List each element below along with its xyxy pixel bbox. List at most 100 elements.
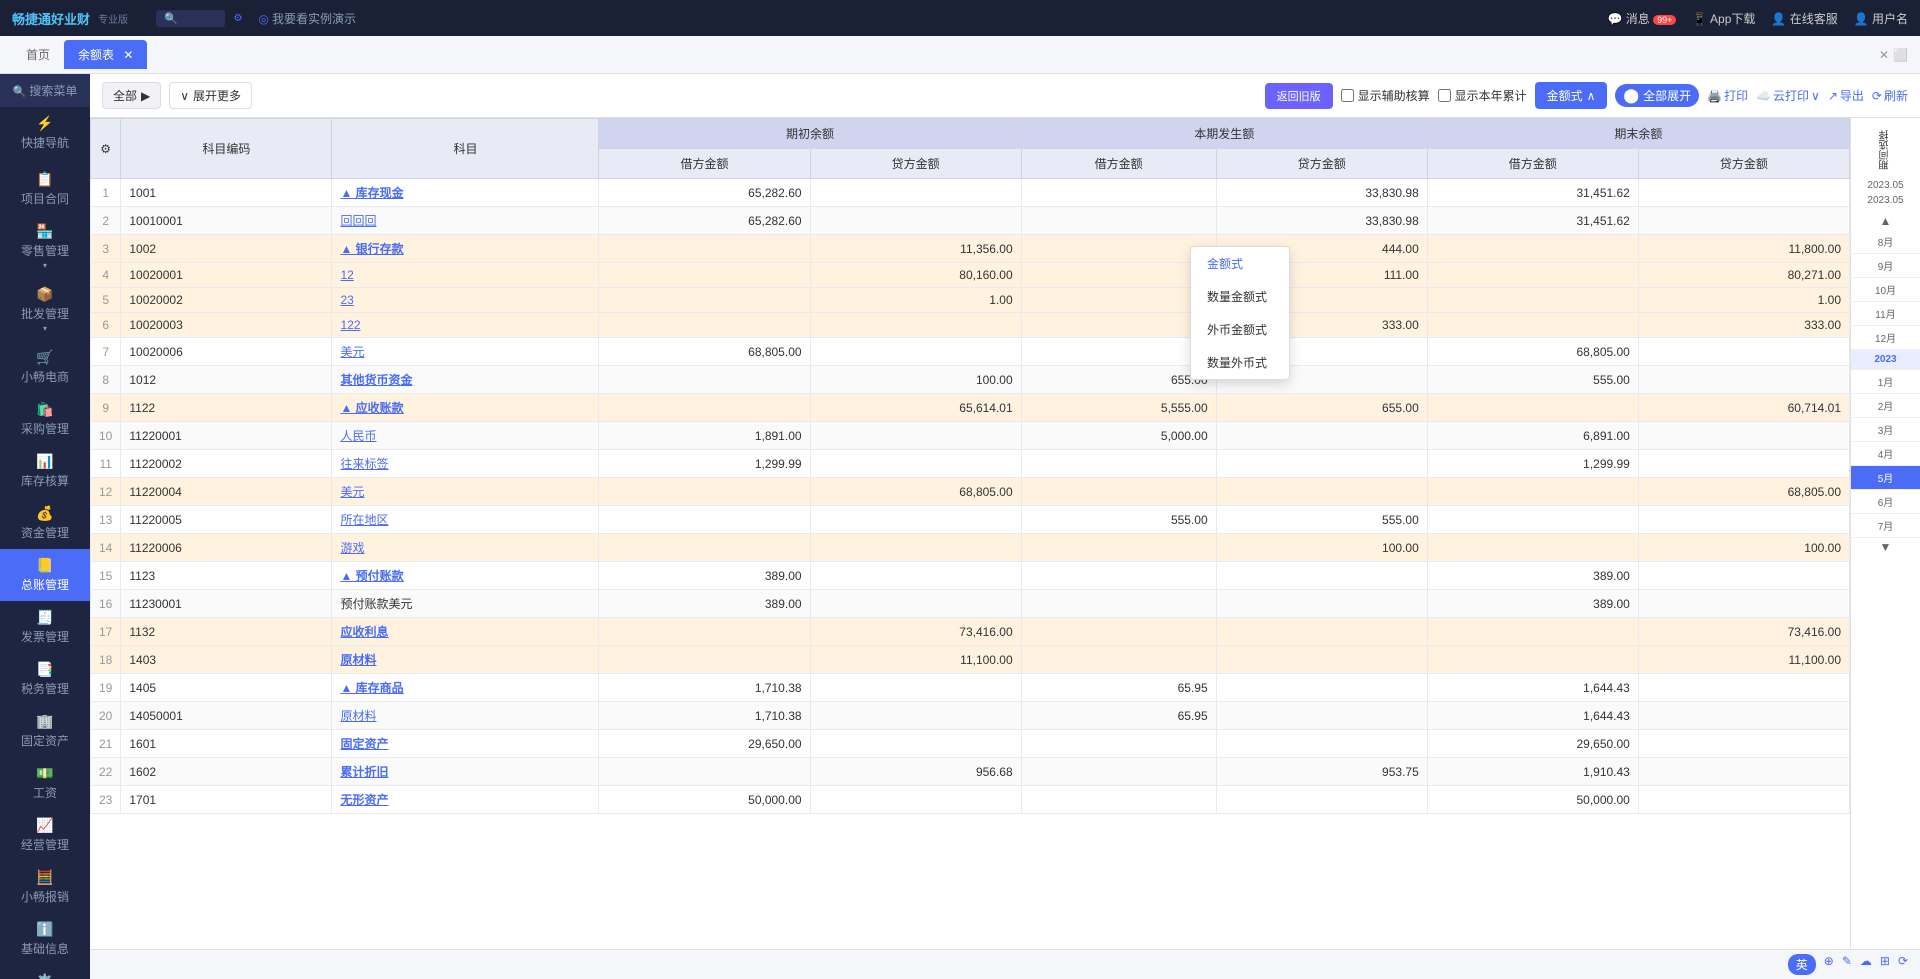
sidebar-item-ecommerce[interactable]: 🛒 小畅电商: [0, 341, 90, 393]
period-3[interactable]: 3月: [1851, 418, 1920, 442]
row-num: 1: [91, 179, 121, 207]
closing-credit: [1638, 786, 1849, 814]
closing-debit: [1427, 263, 1638, 288]
tab-balance-sheet[interactable]: 余额表 ✕: [64, 40, 147, 69]
opening-debit: [599, 313, 810, 338]
sidebar-item-retail[interactable]: 🏪 零售管理: [0, 215, 90, 278]
demo-text[interactable]: ◎ 我要看实例演示: [258, 10, 356, 27]
format-type-btn[interactable]: 金额式 ∧: [1535, 82, 1608, 109]
search-bar[interactable]: 🔍: [156, 10, 225, 27]
period-11[interactable]: 11月: [1851, 302, 1920, 326]
edit-btn[interactable]: ✎: [1842, 954, 1852, 975]
all-filter-btn[interactable]: 全部 ▶: [102, 82, 161, 109]
tab-close-btn[interactable]: ✕: [123, 48, 133, 62]
sidebar-item-fixed-assets[interactable]: 🏢 固定资产: [0, 705, 90, 757]
opening-debit: 65,282.60: [599, 207, 810, 235]
row-code: 10020001: [121, 263, 332, 288]
closing-credit: 100.00: [1638, 534, 1849, 562]
cloud-print-btn[interactable]: ☁️ 云打印 ∨: [1756, 87, 1820, 104]
return-old-btn[interactable]: 返回旧版: [1265, 83, 1333, 109]
row-name: 原材料: [332, 646, 599, 674]
dropdown-item-foreign-amount[interactable]: 外币金额式: [1191, 313, 1289, 346]
print-btn[interactable]: 🖨️ 打印: [1707, 87, 1748, 104]
period-2[interactable]: 2月: [1851, 394, 1920, 418]
period-12[interactable]: 12月: [1851, 326, 1920, 350]
show-annual-checkbox[interactable]: 显示本年累计: [1438, 87, 1527, 104]
row-code: 1002: [121, 235, 332, 263]
period-9[interactable]: 9月: [1851, 254, 1920, 278]
period-credit: 100.00: [1216, 534, 1427, 562]
table-settings-col[interactable]: ⚙: [91, 119, 121, 179]
table-row: 21 1601 固定资产 29,650.00 29,650.00: [91, 730, 1850, 758]
sidebar-item-tax[interactable]: 📑 税务管理: [0, 653, 90, 705]
annual-check[interactable]: [1438, 89, 1451, 102]
row-num: 16: [91, 590, 121, 618]
table-row: 18 1403 原材料 11,100.00 11,100.00: [91, 646, 1850, 674]
table-row: 15 1123 ▲ 预付账款 389.00 389.00: [91, 562, 1850, 590]
online-service-btn[interactable]: 👤 在线客服: [1771, 10, 1837, 27]
sidebar-item-system[interactable]: ⚙️ 系统管理: [0, 965, 90, 979]
maximize-btn[interactable]: ⬜: [1893, 48, 1908, 62]
period-1[interactable]: 1月: [1851, 370, 1920, 394]
opening-credit: [810, 207, 1021, 235]
sidebar-item-basic[interactable]: ℹ️ 基础信息: [0, 913, 90, 965]
expand-all-btn[interactable]: ⬤ 全部展开: [1615, 84, 1699, 107]
lang-switch-btn[interactable]: 英: [1788, 954, 1816, 975]
period-year-2023[interactable]: 2023: [1851, 350, 1920, 370]
period-4[interactable]: 4月: [1851, 442, 1920, 466]
row-num: 5: [91, 288, 121, 313]
opening-debit: 389.00: [599, 562, 810, 590]
sidebar-item-purchase[interactable]: 🛍️ 采购管理: [0, 393, 90, 445]
auxiliary-check[interactable]: [1341, 89, 1354, 102]
reload-btn[interactable]: ⟳: [1898, 954, 1908, 975]
sidebar-item-quick-nav[interactable]: ⚡ 快捷导航: [0, 107, 90, 159]
tab-home[interactable]: 首页: [12, 40, 64, 69]
cloud-btn[interactable]: ☁: [1860, 954, 1872, 975]
tab-controls: ✕ ⬜: [1879, 48, 1908, 62]
format-dropdown: 金额式 数量金额式 外币金额式 数量外币式: [1190, 246, 1290, 380]
purchase-icon: 🛍️: [36, 401, 53, 418]
row-num: 18: [91, 646, 121, 674]
export-btn[interactable]: ↗ 导出: [1828, 87, 1864, 104]
sidebar-item-management[interactable]: 📈 经营管理: [0, 809, 90, 861]
period-down-btn[interactable]: ▼: [1878, 538, 1894, 556]
period-6[interactable]: 6月: [1851, 490, 1920, 514]
period-debit: 65.95: [1021, 674, 1216, 702]
all-filter-label: 全部: [113, 87, 137, 104]
app-download-btn[interactable]: 📱 App下载: [1692, 10, 1755, 27]
dropdown-item-qty-foreign[interactable]: 数量外币式: [1191, 346, 1289, 379]
sidebar-item-inventory[interactable]: 📊 库存核算: [0, 445, 90, 497]
period-debit: [1021, 562, 1216, 590]
period-up-btn[interactable]: ▲: [1878, 212, 1894, 230]
period-8[interactable]: 8月: [1851, 230, 1920, 254]
zoom-in-btn[interactable]: ⊕: [1824, 954, 1834, 975]
sidebar-item-salary[interactable]: 💵 工资: [0, 757, 90, 809]
expand-label: 展开更多: [193, 87, 241, 104]
sidebar-item-fund[interactable]: 💰 资金管理: [0, 497, 90, 549]
user-avatar[interactable]: 👤 用户名: [1854, 10, 1908, 27]
expand-more-btn[interactable]: ∨ 展开更多: [169, 82, 252, 109]
sidebar-item-wholesale[interactable]: 📦 批发管理: [0, 278, 90, 341]
closing-credit: 333.00: [1638, 313, 1849, 338]
message-btn[interactable]: 💬 消息 99+: [1608, 10, 1677, 27]
dropdown-item-qty-amount[interactable]: 数量金额式: [1191, 280, 1289, 313]
table-row: 11 11220002 往来标签 1,299.99 1,299.99: [91, 450, 1850, 478]
period-panel: 期间选择 2023.05 2023.05 ▲ 8月 9月 10月 11月 12月…: [1850, 118, 1920, 949]
period-10[interactable]: 10月: [1851, 278, 1920, 302]
show-auxiliary-checkbox[interactable]: 显示辅助核算: [1341, 87, 1430, 104]
period-7[interactable]: 7月: [1851, 514, 1920, 538]
sidebar-item-expense[interactable]: 🧮 小畅报销: [0, 861, 90, 913]
grid-btn[interactable]: ⊞: [1880, 954, 1890, 975]
sidebar-item-project[interactable]: 📋 项目合同: [0, 163, 90, 215]
sidebar-item-ledger[interactable]: 📒 总账管理: [0, 549, 90, 601]
dropdown-item-amount[interactable]: 金额式: [1191, 247, 1289, 280]
sidebar-item-invoice[interactable]: 🧾 发票管理: [0, 601, 90, 653]
close-window-btn[interactable]: ✕: [1879, 48, 1889, 62]
period-debit: 555.00: [1021, 506, 1216, 534]
sidebar-search[interactable]: 🔍 搜索菜单: [0, 74, 90, 107]
refresh-btn[interactable]: ⟳ 刷新: [1872, 87, 1908, 104]
wholesale-icon: 📦: [36, 286, 53, 303]
th-code: 科目编码: [121, 119, 332, 179]
gear-icon[interactable]: ⚙: [233, 13, 242, 24]
period-5[interactable]: 5月: [1851, 466, 1920, 490]
